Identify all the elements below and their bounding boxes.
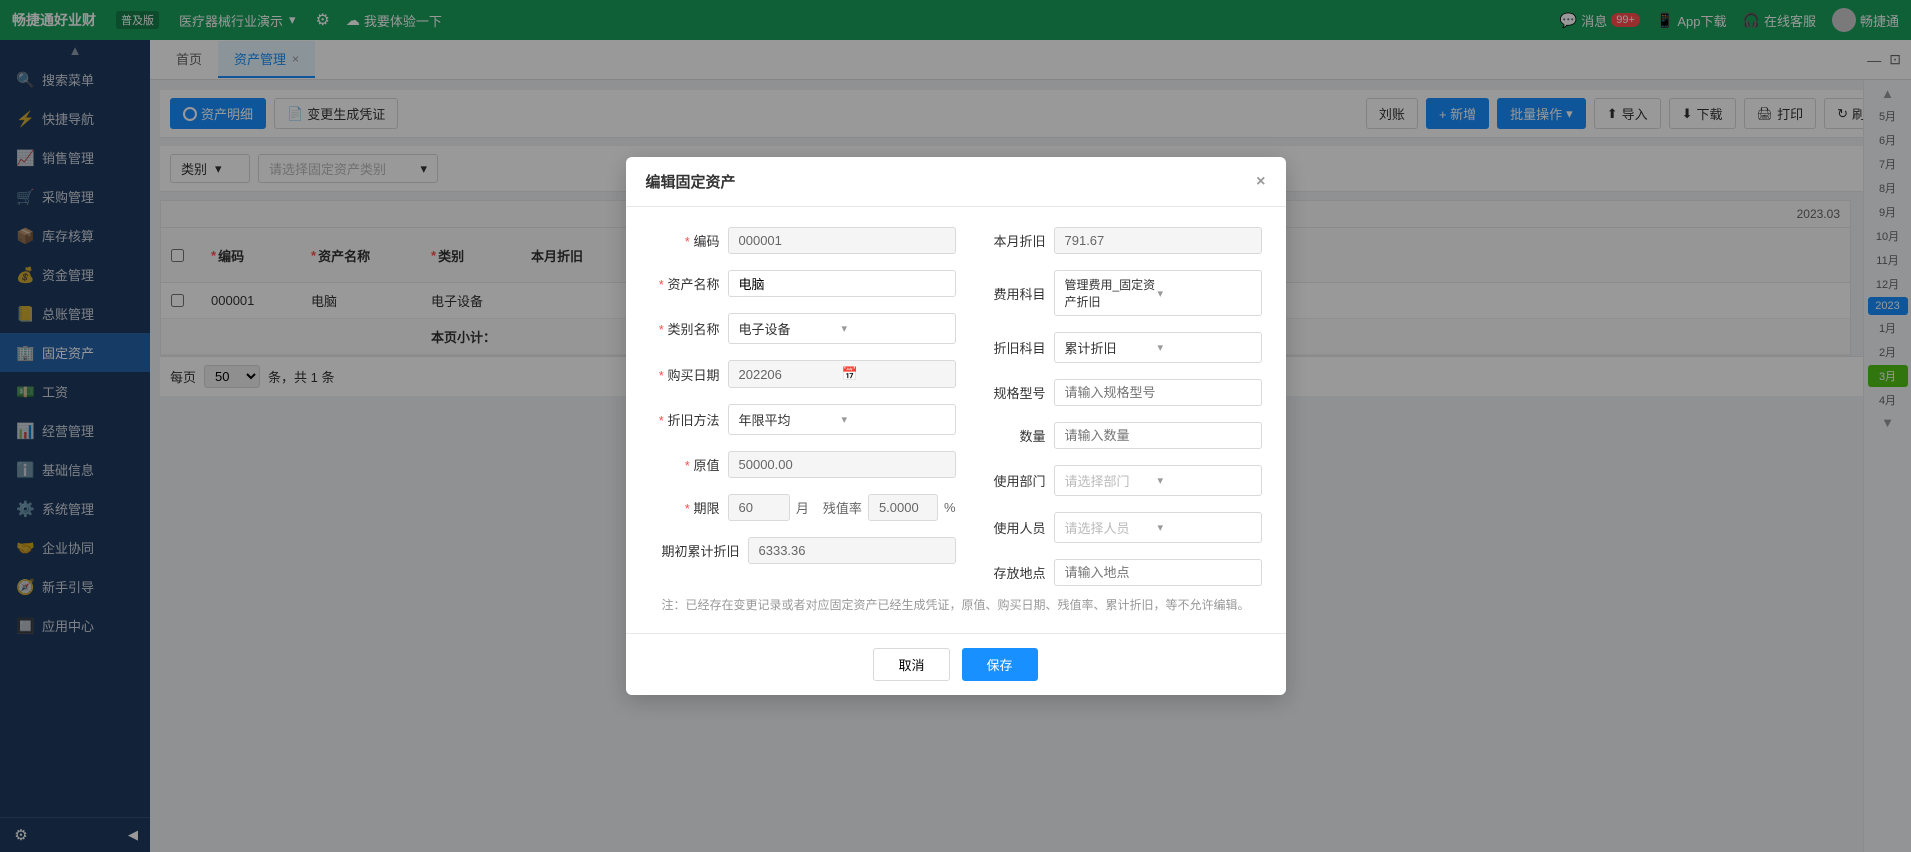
dep-method-label: * 折旧方法 xyxy=(650,410,720,429)
department-select[interactable]: 请选择部门 ▾ xyxy=(1054,465,1262,496)
person-select[interactable]: 请选择人员 ▾ xyxy=(1054,512,1262,543)
save-button[interactable]: 保存 xyxy=(962,648,1038,681)
location-input[interactable] xyxy=(1054,559,1262,586)
purchase-date-label: * 购买日期 xyxy=(650,365,720,384)
code-input[interactable] xyxy=(728,227,956,254)
purchase-date-value: 202206 xyxy=(739,367,842,382)
form-row-spec: 规格型号 xyxy=(976,379,1262,406)
name-label: * 资产名称 xyxy=(650,274,720,293)
person-label: 使用人员 xyxy=(976,518,1046,537)
form-row-name: * 资产名称 xyxy=(650,270,956,297)
expense-subject-arrow: ▾ xyxy=(1158,287,1251,300)
department-label: 使用部门 xyxy=(976,471,1046,490)
form-row-location: 存放地点 xyxy=(976,559,1262,586)
purchase-date-input[interactable]: 202206 📅 xyxy=(728,360,956,388)
residual-rate-unit: % xyxy=(944,500,956,515)
quantity-label: 数量 xyxy=(976,426,1046,445)
residual-rate-input[interactable] xyxy=(868,494,938,521)
person-arrow: ▾ xyxy=(1158,521,1251,534)
spec-label: 规格型号 xyxy=(976,383,1046,402)
form-row-person: 使用人员 请选择人员 ▾ xyxy=(976,512,1262,543)
form-left-col: * 编码 * 资产名称 xyxy=(650,227,956,586)
form-row-period-accum: 期初累计折旧 xyxy=(650,537,956,564)
dep-subject-select[interactable]: 累计折旧 ▾ xyxy=(1054,332,1262,363)
month-dep-label: 本月折旧 xyxy=(976,231,1046,250)
category-select-value: 电子设备 xyxy=(739,319,842,338)
expense-subject-label: 费用科目 xyxy=(976,284,1046,303)
cancel-button[interactable]: 取消 xyxy=(873,648,949,681)
original-value-label: * 原值 xyxy=(650,455,720,474)
modal-header: 编辑固定资产 × xyxy=(626,157,1286,207)
dep-subject-arrow: ▾ xyxy=(1158,341,1251,354)
name-input[interactable] xyxy=(728,270,956,297)
form-row-dep-subject: 折旧科目 累计折旧 ▾ xyxy=(976,332,1262,363)
dep-method-value: 年限平均 xyxy=(739,410,842,429)
modal-body: * 编码 * 资产名称 xyxy=(626,207,1286,633)
month-dep-input[interactable] xyxy=(1054,227,1262,254)
period-accum-input[interactable] xyxy=(748,537,956,564)
calendar-icon[interactable]: 📅 xyxy=(842,366,945,382)
category-select-arrow: ▾ xyxy=(842,322,945,335)
form-right-col: 本月折旧 费用科目 管理费用_固定资产折旧 ▾ 折旧科目 xyxy=(956,227,1262,586)
dep-method-select[interactable]: 年限平均 ▾ xyxy=(728,404,956,435)
form-row-expense-subject: 费用科目 管理费用_固定资产折旧 ▾ xyxy=(976,270,1262,316)
expense-subject-value: 管理费用_固定资产折旧 xyxy=(1065,276,1158,310)
form-row-dep-method: * 折旧方法 年限平均 ▾ xyxy=(650,404,956,435)
form-row-original-value: * 原值 xyxy=(650,451,956,478)
modal-note: 注：已经存在变更记录或者对应固定资产已经生成凭证，原值、购买日期、残值率、累计折… xyxy=(650,596,1262,613)
period-label: * 期限 xyxy=(650,498,720,517)
original-value-input[interactable] xyxy=(728,451,956,478)
dep-subject-label: 折旧科目 xyxy=(976,338,1046,357)
form-row-purchase-date: * 购买日期 202206 📅 xyxy=(650,360,956,388)
form-row-period: * 期限 月 残值率 % xyxy=(650,494,956,521)
form-row-department: 使用部门 请选择部门 ▾ xyxy=(976,465,1262,496)
modal-footer: 取消 保存 xyxy=(626,633,1286,695)
person-placeholder: 请选择人员 xyxy=(1065,518,1158,537)
form-row-code: * 编码 xyxy=(650,227,956,254)
location-label: 存放地点 xyxy=(976,563,1046,582)
category-label: * 类别名称 xyxy=(650,319,720,338)
department-arrow: ▾ xyxy=(1158,474,1251,487)
period-unit-wrap: 月 残值率 % xyxy=(728,494,956,521)
dep-method-arrow: ▾ xyxy=(842,413,945,426)
department-placeholder: 请选择部门 xyxy=(1065,471,1158,490)
modal-close-btn[interactable]: × xyxy=(1256,173,1265,191)
edit-asset-modal: 编辑固定资产 × * 编码 xyxy=(626,157,1286,695)
form-row-category: * 类别名称 电子设备 ▾ xyxy=(650,313,956,344)
form-row-month-dep: 本月折旧 xyxy=(976,227,1262,254)
period-unit: 月 xyxy=(796,498,809,517)
period-input[interactable] xyxy=(728,494,790,521)
category-select[interactable]: 电子设备 ▾ xyxy=(728,313,956,344)
period-accum-label: 期初累计折旧 xyxy=(650,541,740,560)
form-row-quantity: 数量 xyxy=(976,422,1262,449)
modal-title: 编辑固定资产 xyxy=(646,171,736,192)
expense-subject-select[interactable]: 管理费用_固定资产折旧 ▾ xyxy=(1054,270,1262,316)
code-label: * 编码 xyxy=(650,231,720,250)
dep-subject-value: 累计折旧 xyxy=(1065,338,1158,357)
form-grid: * 编码 * 资产名称 xyxy=(650,227,1262,586)
spec-input[interactable] xyxy=(1054,379,1262,406)
modal-overlay: 编辑固定资产 × * 编码 xyxy=(0,0,1911,852)
quantity-input[interactable] xyxy=(1054,422,1262,449)
residual-rate-label: 残值率 xyxy=(823,498,862,517)
